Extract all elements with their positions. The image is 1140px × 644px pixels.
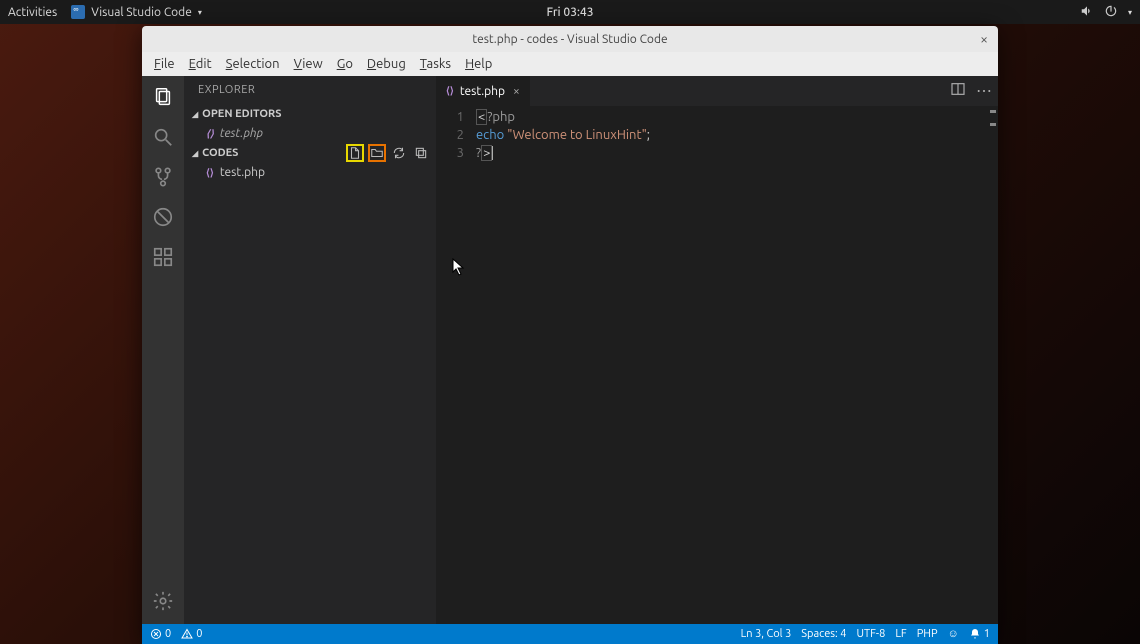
tab-close-icon[interactable]: × xyxy=(511,85,520,98)
menu-view[interactable]: View xyxy=(288,55,329,73)
status-lncol[interactable]: Ln 3, Col 3 xyxy=(741,628,792,640)
editor-area: ⟨⟩ test.php × ⋯ 1 2 3 <?php xyxy=(436,76,998,624)
status-notifications[interactable]: 1 xyxy=(969,628,990,640)
app-indicator[interactable]: Visual Studio Code ▾ xyxy=(71,5,202,19)
menu-debug[interactable]: Debug xyxy=(361,55,412,73)
settings-gear-icon[interactable] xyxy=(152,590,174,612)
tab-label: test.php xyxy=(460,85,505,98)
activitybar xyxy=(142,76,184,624)
status-encoding[interactable]: UTF-8 xyxy=(857,628,886,640)
sidebar: EXPLORER ◢ OPEN EDITORS ⟨⟩ test.php ◢ CO… xyxy=(184,76,436,624)
file-tree-item[interactable]: ⟨⟩ test.php xyxy=(184,163,436,182)
collapse-all-icon[interactable] xyxy=(412,144,430,162)
open-editors-header[interactable]: ◢ OPEN EDITORS xyxy=(184,104,436,124)
close-window-button[interactable]: × xyxy=(980,31,988,47)
power-icon[interactable] xyxy=(1104,4,1118,21)
minimap[interactable] xyxy=(990,110,996,136)
php-file-icon: ⟨⟩ xyxy=(206,167,214,179)
menu-tasks[interactable]: Tasks xyxy=(414,55,457,73)
php-file-icon: ⟨⟩ xyxy=(446,85,454,97)
vscode-app-icon xyxy=(71,5,85,19)
chevron-down-icon: ▾ xyxy=(198,8,202,17)
search-icon[interactable] xyxy=(152,126,174,148)
php-file-icon: ⟨⟩ xyxy=(206,128,214,140)
menu-help[interactable]: Help xyxy=(459,55,498,73)
status-spaces[interactable]: Spaces: 4 xyxy=(801,628,846,640)
folder-name: CODES xyxy=(202,147,238,159)
statusbar: 0 0 Ln 3, Col 3 Spaces: 4 UTF-8 LF PHP ☺… xyxy=(142,624,998,644)
editor-tab[interactable]: ⟨⟩ test.php × xyxy=(436,76,531,106)
volume-icon[interactable] xyxy=(1080,4,1094,21)
code-text[interactable]: <?php echo "Welcome to LinuxHint"; ?> xyxy=(476,106,650,624)
menu-selection[interactable]: Selection xyxy=(220,55,286,73)
sidebar-title: EXPLORER xyxy=(184,76,436,104)
open-editors-label: OPEN EDITORS xyxy=(202,108,281,120)
bracket-highlight: < xyxy=(476,109,487,125)
editor-content[interactable]: 1 2 3 <?php echo "Welcome to LinuxHint";… xyxy=(436,106,998,624)
new-folder-icon[interactable] xyxy=(368,144,386,162)
source-control-icon[interactable] xyxy=(152,166,174,188)
open-editor-item[interactable]: ⟨⟩ test.php xyxy=(184,124,436,143)
vscode-window: test.php - codes - Visual Studio Code × … xyxy=(142,26,998,644)
system-menu-caret-icon[interactable]: ▾ xyxy=(1128,8,1132,17)
status-errors[interactable]: 0 xyxy=(150,628,171,640)
menu-edit[interactable]: Edit xyxy=(183,55,218,73)
refresh-icon[interactable] xyxy=(390,144,408,162)
explorer-icon[interactable] xyxy=(152,86,174,108)
menu-file[interactable]: File xyxy=(148,55,181,73)
more-actions-icon[interactable]: ⋯ xyxy=(976,81,992,101)
new-file-icon[interactable] xyxy=(346,144,364,162)
line-gutter: 1 2 3 xyxy=(436,106,476,624)
status-warnings[interactable]: 0 xyxy=(181,628,202,640)
extensions-icon[interactable] xyxy=(152,246,174,268)
editor-tabs: ⟨⟩ test.php × ⋯ xyxy=(436,76,998,106)
menu-go[interactable]: Go xyxy=(331,55,359,73)
folder-actions xyxy=(346,144,430,162)
debug-icon[interactable] xyxy=(152,206,174,228)
text-cursor xyxy=(492,146,493,160)
clock[interactable]: Fri 03:43 xyxy=(547,6,594,19)
body-area: EXPLORER ◢ OPEN EDITORS ⟨⟩ test.php ◢ CO… xyxy=(142,76,998,624)
file-name: test.php xyxy=(220,166,265,179)
app-name: Visual Studio Code xyxy=(91,6,192,19)
status-feedback-icon[interactable]: ☺ xyxy=(948,628,959,640)
split-editor-icon[interactable] xyxy=(950,81,966,101)
titlebar[interactable]: test.php - codes - Visual Studio Code × xyxy=(142,26,998,52)
menubar: File Edit Selection View Go Debug Tasks … xyxy=(142,52,998,76)
activities-button[interactable]: Activities xyxy=(8,6,57,19)
chevron-down-icon: ◢ xyxy=(192,110,198,119)
bracket-highlight: > xyxy=(481,145,492,161)
chevron-down-icon: ◢ xyxy=(192,149,198,158)
open-editor-filename: test.php xyxy=(220,127,263,140)
window-title: test.php - codes - Visual Studio Code xyxy=(472,33,667,46)
folder-header[interactable]: ◢ CODES xyxy=(184,143,436,163)
gnome-topbar: Activities Visual Studio Code ▾ Fri 03:4… xyxy=(0,0,1140,24)
status-eol[interactable]: LF xyxy=(895,628,906,640)
status-language[interactable]: PHP xyxy=(917,628,938,640)
